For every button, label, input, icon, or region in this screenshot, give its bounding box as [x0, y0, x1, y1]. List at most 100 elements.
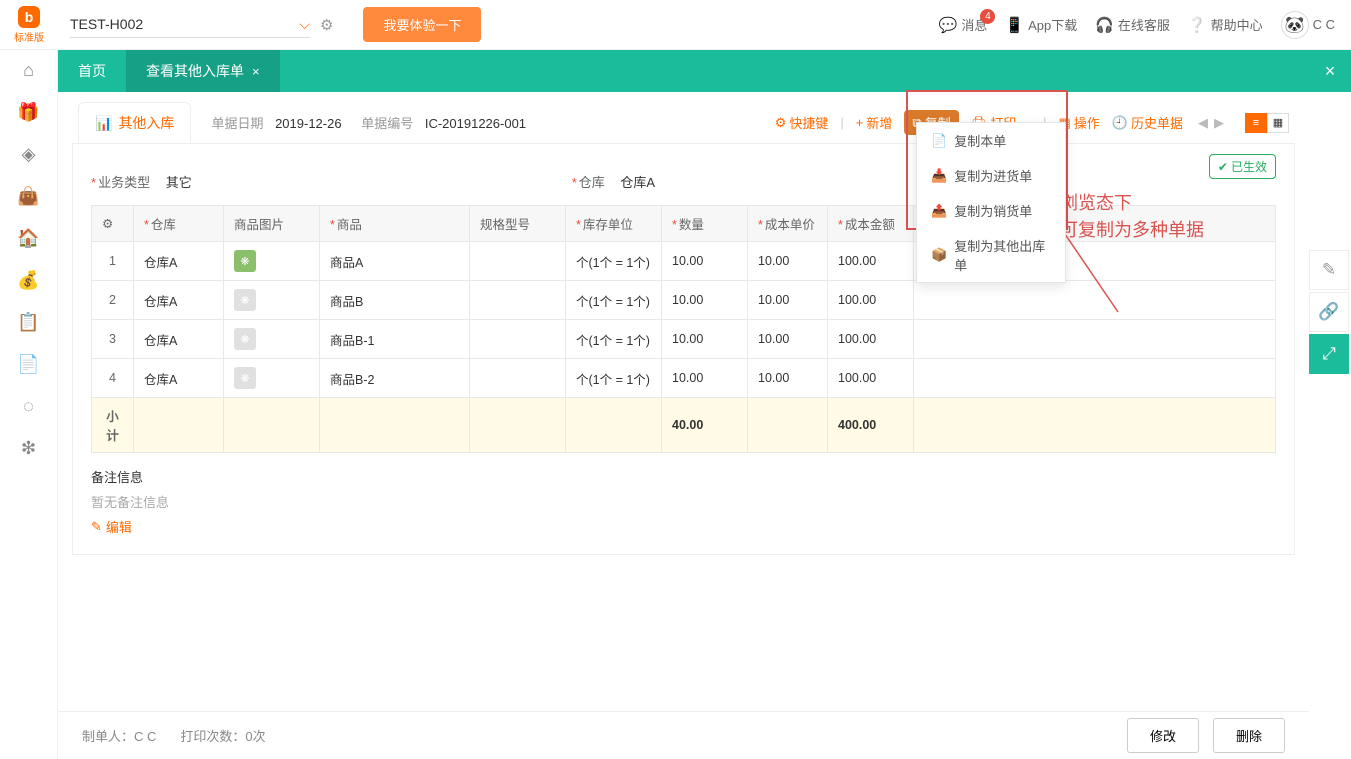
product-thumb-icon: ❋: [234, 250, 256, 272]
modify-button[interactable]: 修改: [1127, 718, 1199, 753]
user-menu[interactable]: 🐼 C C: [1281, 11, 1335, 39]
logo-icon: b: [18, 6, 40, 28]
rail-note-icon[interactable]: ✎: [1309, 250, 1349, 290]
tab-detail[interactable]: 查看其他入库单 ×: [126, 50, 280, 92]
table-header-row: ⚙ *仓库 商品图片 *商品 规格型号 *库存单位 *数量 *成本单价 *成本金…: [92, 206, 1276, 242]
required-marker: *: [91, 175, 96, 190]
subtotal-label: 小计: [92, 398, 134, 453]
view-grid-button[interactable]: ▦: [1267, 113, 1289, 133]
user-name: C C: [1313, 17, 1335, 32]
biz-type-value: 其它: [166, 175, 192, 190]
new-button[interactable]: +新增: [856, 113, 893, 132]
shortcut-label: 快捷键: [789, 113, 828, 132]
rail-new-icon[interactable]: ❇: [19, 438, 39, 458]
th-cost-price: *成本单价: [748, 206, 828, 242]
dd-to-other-out-label: 复制为其他出库单: [954, 236, 1051, 274]
row-amount: 100.00: [828, 281, 914, 320]
th-unit: *库存单位: [566, 206, 662, 242]
row-index: 2: [92, 281, 134, 320]
doc-date-value: 2019-12-26: [275, 116, 342, 131]
row-amount: 100.00: [828, 359, 914, 398]
rail-expand-icon[interactable]: ⤢: [1309, 334, 1349, 374]
field-biz-type: *业务类型 其它: [91, 172, 192, 191]
th-gear[interactable]: ⚙: [92, 206, 134, 242]
pager-next-icon[interactable]: ▶: [1211, 115, 1227, 131]
nav-messages[interactable]: 💬 消息 4: [939, 15, 988, 34]
footer-left: 制单人：C C 打印次数：0次: [82, 726, 266, 745]
rail-loading-icon[interactable]: ◌: [19, 396, 39, 416]
nav-app-download-label: App下载: [1028, 15, 1077, 34]
tab-strip: 首页 查看其他入库单 × ×: [58, 50, 1351, 92]
rail-doc-icon[interactable]: 📄: [19, 354, 39, 374]
tab-home[interactable]: 首页: [58, 50, 126, 92]
subtotal-amount: 400.00: [828, 398, 914, 453]
rail-clipboard-icon[interactable]: 📋: [19, 312, 39, 332]
doc-card: ✔已生效 *业务类型 其它 *仓库 仓库A ⚙ *仓库 商品图片 *商品 规格型…: [72, 143, 1295, 555]
dd-copy-this[interactable]: 📄复制本单: [917, 123, 1065, 158]
table-row[interactable]: 3仓库A❋商品B-1个(1个 = 1个)10.0010.00100.00: [92, 320, 1276, 359]
doc-no-value: IC-20191226-001: [425, 116, 526, 131]
nav-online-service[interactable]: 🎧 在线客服: [1095, 15, 1170, 34]
rail-money-icon[interactable]: 💰: [19, 270, 39, 290]
row-qty: 10.00: [662, 281, 748, 320]
dd-to-sales[interactable]: 📤复制为销货单: [917, 193, 1065, 228]
close-icon[interactable]: ×: [252, 64, 260, 79]
row-image: ❋: [224, 281, 320, 320]
doc-no-label: 单据编号: [361, 116, 413, 131]
view-list-button[interactable]: ≡: [1245, 113, 1267, 133]
th-qty: *数量: [662, 206, 748, 242]
gear-icon[interactable]: ⚙: [320, 16, 333, 34]
org-selector[interactable]: TEST-H002 ⌵: [70, 12, 310, 38]
doc-date-label: 单据日期: [211, 116, 263, 131]
footer-right: 修改 删除: [1127, 718, 1285, 753]
rail-link-icon[interactable]: 🔗: [1309, 292, 1349, 332]
dd-to-sales-label: 复制为销货单: [954, 201, 1032, 220]
pager-prev-icon[interactable]: ◀: [1195, 115, 1211, 131]
row-available: [914, 359, 1276, 398]
row-unit: 个(1个 = 1个): [566, 281, 662, 320]
remark-empty: 暂无备注信息: [91, 492, 1276, 511]
tabstrip-close-button[interactable]: ×: [1309, 50, 1351, 92]
row-product: 商品B-1: [320, 320, 470, 359]
history-icon: 🕘: [1112, 115, 1128, 131]
footer-print-count: 打印次数：0次: [180, 726, 265, 745]
edit-icon: ✎: [91, 519, 102, 535]
rail-diamond-icon[interactable]: ◈: [19, 144, 39, 164]
rail-bag-icon[interactable]: 👜: [19, 186, 39, 206]
rail-home-icon[interactable]: ⌂: [19, 60, 39, 80]
tab-home-label: 首页: [78, 61, 106, 81]
nav-help-center[interactable]: ❔ 帮助中心: [1188, 15, 1263, 34]
rail-house-icon[interactable]: 🏠: [19, 228, 39, 248]
table-row[interactable]: 4仓库A❋商品B-2个(1个 = 1个)10.0010.00100.00: [92, 359, 1276, 398]
phone-icon: 📱: [1005, 16, 1024, 34]
history-button[interactable]: 🕘历史单据: [1112, 113, 1183, 132]
row-unit: 个(1个 = 1个): [566, 242, 662, 281]
shortcut-link[interactable]: ⚙快捷键: [775, 113, 829, 132]
pager: ◀ ▶: [1195, 115, 1227, 131]
row-qty: 10.00: [662, 320, 748, 359]
row-warehouse: 仓库A: [134, 281, 224, 320]
table-row[interactable]: 2仓库A❋商品B个(1个 = 1个)10.0010.00100.00: [92, 281, 1276, 320]
new-label: 新增: [866, 113, 892, 132]
left-nav-rail: ⌂ 🎁 ◈ 👜 🏠 💰 📋 📄 ◌ ❇: [0, 50, 58, 759]
dd-to-purchase[interactable]: 📥复制为进货单: [917, 158, 1065, 193]
delete-button[interactable]: 删除: [1213, 718, 1285, 753]
row-warehouse: 仓库A: [134, 359, 224, 398]
row-available: [914, 320, 1276, 359]
product-thumb-icon: ❋: [234, 328, 256, 350]
th-image: 商品图片: [224, 206, 320, 242]
doc-type-tab[interactable]: 📊 其他入库: [78, 102, 191, 143]
row-index: 3: [92, 320, 134, 359]
dd-to-other-out[interactable]: 📦复制为其他出库单: [917, 228, 1065, 282]
tab-detail-label: 查看其他入库单: [146, 61, 244, 81]
row-spec: [470, 320, 566, 359]
rail-gift-icon[interactable]: 🎁: [19, 102, 39, 122]
logo-edition: 标准版: [14, 29, 44, 44]
nav-app-download[interactable]: 📱 App下载: [1005, 15, 1077, 34]
row-price: 10.00: [748, 242, 828, 281]
remark-edit-link[interactable]: ✎编辑: [91, 517, 1276, 536]
table-row[interactable]: 1仓库A❋商品A个(1个 = 1个)10.0010.00100.00: [92, 242, 1276, 281]
try-button[interactable]: 我要体验一下: [363, 7, 481, 42]
remark-section: 备注信息 暂无备注信息 ✎编辑: [91, 453, 1276, 536]
headset-icon: 🎧: [1095, 16, 1114, 34]
